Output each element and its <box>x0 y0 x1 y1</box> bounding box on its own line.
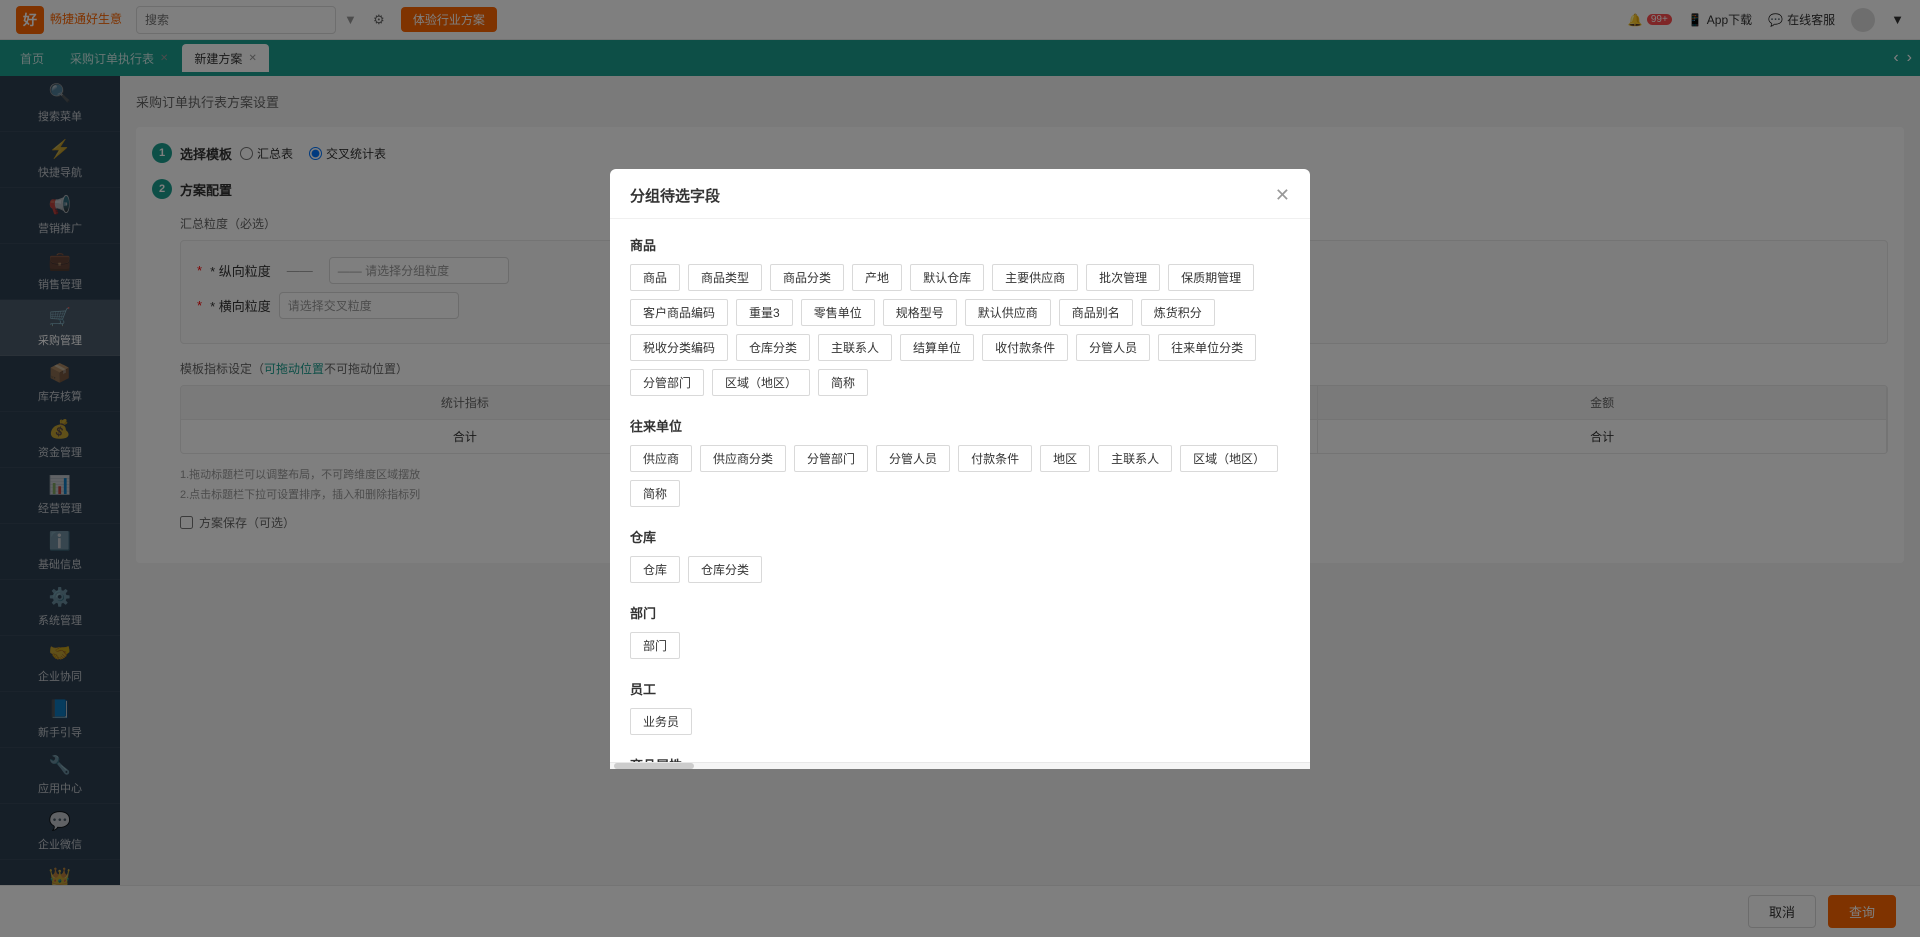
field-tag-0-24[interactable]: 简称 <box>818 369 868 396</box>
field-group-1: 往来单位供应商供应商分类分管部门分管人员付款条件地区主联系人区域（地区） 简称 <box>630 416 1290 507</box>
field-tag-0-2[interactable]: 商品分类 <box>770 264 844 291</box>
field-tag-0-12[interactable]: 默认供应商 <box>965 299 1051 326</box>
field-tags-0: 商品商品类型商品分类产地默认仓库主要供应商批次管理保质期管理客户商品编码重量3 零… <box>630 264 1290 396</box>
field-tag-0-16[interactable]: 仓库分类 <box>736 334 810 361</box>
field-tag-1-0[interactable]: 供应商 <box>630 445 692 472</box>
field-tag-4-0[interactable]: 业务员 <box>630 708 692 735</box>
field-tag-2-1[interactable]: 仓库分类 <box>688 556 762 583</box>
field-tag-0-9[interactable]: 重量3 <box>736 299 793 326</box>
field-group-title-4: 员工 <box>630 679 1290 698</box>
field-tag-0-18[interactable]: 结算单位 <box>900 334 974 361</box>
modal-close-icon[interactable]: ✕ <box>1275 186 1290 204</box>
modal: 分组待选字段 ✕ 商品商品商品类型商品分类产地默认仓库主要供应商批次管理保质期管… <box>610 169 1310 769</box>
field-tags-3: 部门 <box>630 632 1290 659</box>
field-tag-0-7[interactable]: 保质期管理 <box>1168 264 1254 291</box>
modal-scroll-x[interactable] <box>610 762 1310 769</box>
field-tag-0-19[interactable]: 收付款条件 <box>982 334 1068 361</box>
field-tag-0-6[interactable]: 批次管理 <box>1086 264 1160 291</box>
field-tag-0-22[interactable]: 分管部门 <box>630 369 704 396</box>
modal-title: 分组待选字段 <box>630 185 720 206</box>
field-tag-0-14[interactable]: 炼货积分 <box>1141 299 1215 326</box>
field-tag-1-3[interactable]: 分管人员 <box>876 445 950 472</box>
field-group-2: 仓库仓库仓库分类 <box>630 527 1290 583</box>
field-tag-0-15[interactable]: 税收分类编码 <box>630 334 728 361</box>
field-group-title-1: 往来单位 <box>630 416 1290 435</box>
field-tag-0-5[interactable]: 主要供应商 <box>992 264 1078 291</box>
modal-body: 商品商品商品类型商品分类产地默认仓库主要供应商批次管理保质期管理客户商品编码重量… <box>610 219 1310 762</box>
field-tag-0-13[interactable]: 商品别名 <box>1059 299 1133 326</box>
modal-overlay: 分组待选字段 ✕ 商品商品商品类型商品分类产地默认仓库主要供应商批次管理保质期管… <box>0 0 1920 937</box>
field-tag-0-10[interactable]: 零售单位 <box>801 299 875 326</box>
field-tag-0-17[interactable]: 主联系人 <box>818 334 892 361</box>
field-group-title-3: 部门 <box>630 603 1290 622</box>
field-tag-1-5[interactable]: 地区 <box>1040 445 1090 472</box>
field-tag-0-11[interactable]: 规格型号 <box>883 299 957 326</box>
field-tag-1-2[interactable]: 分管部门 <box>794 445 868 472</box>
field-tags-4: 业务员 <box>630 708 1290 735</box>
field-tag-0-23[interactable]: 区域（地区） <box>712 369 810 396</box>
modal-scroll-x-thumb <box>614 763 694 769</box>
field-tags-1: 供应商供应商分类分管部门分管人员付款条件地区主联系人区域（地区） 简称 <box>630 445 1290 507</box>
field-group-4: 员工业务员 <box>630 679 1290 735</box>
field-tag-0-8[interactable]: 客户商品编码 <box>630 299 728 326</box>
field-tag-0-20[interactable]: 分管人员 <box>1076 334 1150 361</box>
field-tag-0-0[interactable]: 商品 <box>630 264 680 291</box>
field-group-title-5: 商品属性 <box>630 755 1290 762</box>
field-tag-3-0[interactable]: 部门 <box>630 632 680 659</box>
field-tag-1-8[interactable]: 简称 <box>630 480 680 507</box>
modal-header: 分组待选字段 ✕ <box>610 169 1310 219</box>
field-tag-1-7[interactable]: 区域（地区） <box>1180 445 1278 472</box>
field-group-title-0: 商品 <box>630 235 1290 254</box>
field-tag-2-0[interactable]: 仓库 <box>630 556 680 583</box>
field-group-5: 商品属性属性颜色多规格尺码鞋码1 <box>630 755 1290 762</box>
field-tag-0-4[interactable]: 默认仓库 <box>910 264 984 291</box>
field-tag-1-4[interactable]: 付款条件 <box>958 445 1032 472</box>
field-tags-2: 仓库仓库分类 <box>630 556 1290 583</box>
field-tag-0-3[interactable]: 产地 <box>852 264 902 291</box>
field-group-0: 商品商品商品类型商品分类产地默认仓库主要供应商批次管理保质期管理客户商品编码重量… <box>630 235 1290 396</box>
field-group-title-2: 仓库 <box>630 527 1290 546</box>
field-tag-1-1[interactable]: 供应商分类 <box>700 445 786 472</box>
field-group-3: 部门部门 <box>630 603 1290 659</box>
field-tag-0-1[interactable]: 商品类型 <box>688 264 762 291</box>
field-tag-1-6[interactable]: 主联系人 <box>1098 445 1172 472</box>
field-tag-0-21[interactable]: 往来单位分类 <box>1158 334 1256 361</box>
